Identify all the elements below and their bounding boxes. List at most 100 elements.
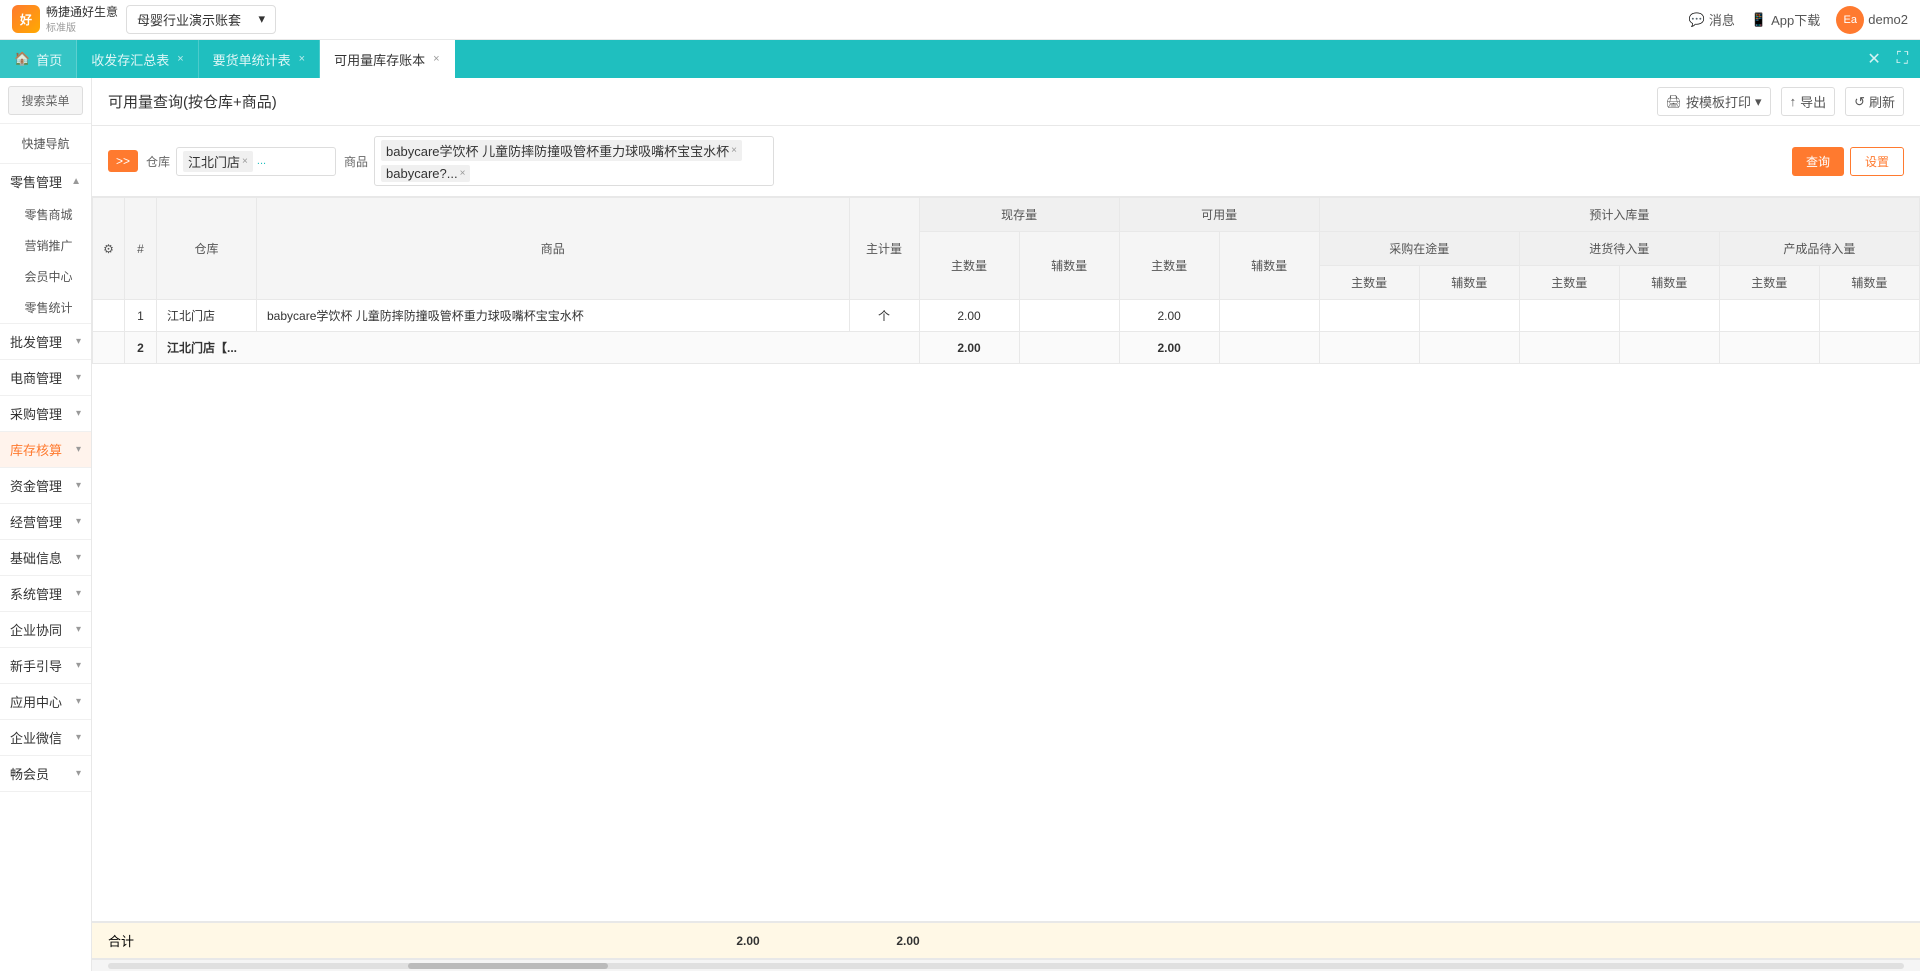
sidebar-section-basic-title[interactable]: 基础信息 ▾ [0, 540, 91, 575]
sidebar-section-purchase-title[interactable]: 采购管理 ▾ [0, 396, 91, 431]
scroll-track[interactable] [108, 963, 1904, 969]
warehouse-tag-close[interactable]: × [242, 156, 248, 167]
product-tag-1: babycare学饮杯 儿童防摔防撞吸管杯重力球吸嘴杯宝宝水杯 × [381, 140, 742, 161]
close-window-btn[interactable]: ✕ [1863, 45, 1884, 73]
subtotal-available-main: 2.00 [1119, 332, 1219, 364]
th-incoming-aux: 辅数量 [1619, 266, 1719, 300]
th-available-group: 可用量 [1119, 198, 1319, 232]
subtotal-index: 2 [125, 332, 157, 364]
chevron-down-icon10: ▾ [76, 660, 81, 671]
filter-expand-btn[interactable]: >> [108, 150, 138, 172]
sidebar-item-members[interactable]: 会员中心 [0, 261, 91, 292]
search-menu-btn[interactable]: 搜索菜单 [8, 86, 83, 115]
industry-selector[interactable]: 母婴行业演示账套 ▾ [126, 5, 276, 34]
sidebar-section-vip-title[interactable]: 畅会员 ▾ [0, 756, 91, 791]
sidebar: 搜索菜单 快捷导航 零售管理 ▲ 零售商城 营销推广 会员中心 零售统计 批发管… [0, 78, 92, 971]
top-bar: 好 畅捷通好生意 标准版 母婴行业演示账套 ▾ 💬 消息 📱 App下载 Ea … [0, 0, 1920, 40]
sidebar-section-app-title[interactable]: 应用中心 ▾ [0, 684, 91, 719]
home-icon: 🏠 [14, 51, 30, 67]
td-production-aux [1819, 300, 1919, 332]
chevron-down-icon8: ▾ [76, 588, 81, 599]
product-tag-close-1[interactable]: × [731, 145, 737, 156]
filter-warehouse-group: 仓库 江北门店 × ... [146, 147, 336, 176]
sidebar-section-system-title[interactable]: 系统管理 ▾ [0, 576, 91, 611]
refresh-btn[interactable]: ↺ 刷新 [1845, 87, 1904, 116]
sidebar-section-wholesale-title[interactable]: 批发管理 ▾ [0, 324, 91, 359]
sidebar-section-wechat-title[interactable]: 企业微信 ▾ [0, 720, 91, 755]
user-action[interactable]: Ea demo2 [1836, 6, 1908, 34]
th-purchase-aux: 辅数量 [1419, 266, 1519, 300]
sidebar-item-retail-stats[interactable]: 零售统计 [0, 292, 91, 323]
page-actions: 🖨 按模板打印 ▾ ↑ 导出 ↺ 刷新 [1657, 87, 1905, 116]
tab-available-stock[interactable]: 可用量库存账本 × [320, 40, 454, 78]
sidebar-search-area: 搜索菜单 [0, 78, 91, 124]
total-stock-main: 2.00 [708, 934, 788, 948]
product-input[interactable]: babycare学饮杯 儿童防摔防撞吸管杯重力球吸嘴杯宝宝水杯 × babyca… [374, 136, 774, 186]
product-tag-2: babycare?... × [381, 165, 470, 182]
expand-window-btn[interactable]: ⛶ [1893, 46, 1912, 72]
th-gear[interactable]: ⚙ [93, 198, 125, 300]
td-incoming-main [1519, 300, 1619, 332]
warehouse-input[interactable]: 江北门店 × ... [176, 147, 336, 176]
td-incoming-aux [1619, 300, 1719, 332]
td-production-main [1719, 300, 1819, 332]
td-gear[interactable] [93, 300, 125, 332]
tab-receive-send[interactable]: 收发存汇总表 × [77, 40, 198, 78]
message-action[interactable]: 💬 消息 [1689, 10, 1735, 29]
tab-home[interactable]: 🏠 首页 [0, 40, 77, 78]
app-download-action[interactable]: 📱 App下载 [1751, 10, 1820, 29]
sidebar-section-enterprise-title[interactable]: 企业协同 ▾ [0, 612, 91, 647]
warehouse-more[interactable]: ... [257, 155, 266, 167]
nav-tabs: 🏠 首页 收发存汇总表 × 要货单统计表 × 可用量库存账本 × ✕ ⛶ [0, 40, 1920, 78]
tab-order-stats[interactable]: 要货单统计表 × [199, 40, 320, 78]
tab-close-order[interactable]: × [299, 53, 305, 65]
sidebar-section-finance-title[interactable]: 资金管理 ▾ [0, 468, 91, 503]
sidebar-section-inventory: 库存核算 ▾ [0, 432, 91, 468]
sidebar-section-enterprise: 企业协同 ▾ [0, 612, 91, 648]
sidebar-section-retail-title[interactable]: 零售管理 ▲ [0, 164, 91, 199]
total-available-main: 2.00 [868, 934, 948, 948]
product-tag-close-2[interactable]: × [460, 168, 466, 179]
subtotal-incoming-main [1519, 332, 1619, 364]
page-title: 可用量查询(按仓库+商品) [108, 91, 277, 112]
setting-btn[interactable]: 设置 [1850, 147, 1904, 176]
data-table: ⚙ # 仓库 商品 主计量 现存量 可用量 预计入库量 主数量 辅数量 主数量 … [92, 197, 1920, 364]
chevron-down-icon3: ▾ [76, 408, 81, 419]
phone-icon: 📱 [1751, 12, 1767, 28]
subtotal-stock-aux [1019, 332, 1119, 364]
td-available-main: 2.00 [1119, 300, 1219, 332]
tab-close-receive[interactable]: × [177, 53, 183, 65]
export-icon: ↑ [1790, 94, 1797, 109]
sidebar-section-basic: 基础信息 ▾ [0, 540, 91, 576]
tab-close-available[interactable]: × [433, 53, 439, 65]
scroll-thumb[interactable] [408, 963, 608, 969]
subtotal-incoming-aux [1619, 332, 1719, 364]
sidebar-section-finance: 资金管理 ▾ [0, 468, 91, 504]
th-purchase-group: 采购在途量 [1319, 232, 1519, 266]
sidebar-section-retail: 零售管理 ▲ 零售商城 营销推广 会员中心 零售统计 [0, 164, 91, 324]
top-bar-left: 好 畅捷通好生意 标准版 母婴行业演示账套 ▾ [12, 5, 276, 34]
td-index: 1 [125, 300, 157, 332]
sidebar-section-wholesale: 批发管理 ▾ [0, 324, 91, 360]
sidebar-section-system: 系统管理 ▾ [0, 576, 91, 612]
message-icon: 💬 [1689, 12, 1705, 28]
print-template-btn[interactable]: 🖨 按模板打印 ▾ [1657, 87, 1771, 116]
sidebar-section-newcomer-title[interactable]: 新手引导 ▾ [0, 648, 91, 683]
top-bar-right: 💬 消息 📱 App下载 Ea demo2 [1689, 6, 1908, 34]
export-btn[interactable]: ↑ 导出 [1781, 87, 1836, 116]
sidebar-section-app-center: 应用中心 ▾ [0, 684, 91, 720]
th-available-aux: 辅数量 [1219, 232, 1319, 300]
th-index: # [125, 198, 157, 300]
td-available-aux [1219, 300, 1319, 332]
sidebar-item-marketing[interactable]: 营销推广 [0, 230, 91, 261]
sidebar-section-ecommerce-title[interactable]: 电商管理 ▾ [0, 360, 91, 395]
query-btn[interactable]: 查询 [1792, 147, 1844, 176]
quick-nav-item[interactable]: 快捷导航 [0, 128, 91, 159]
chevron-down-icon2: ▾ [76, 372, 81, 383]
sidebar-section-inventory-title[interactable]: 库存核算 ▾ [0, 432, 91, 467]
sidebar-section-ops-title[interactable]: 经营管理 ▾ [0, 504, 91, 539]
subtotal-purchase-aux [1419, 332, 1519, 364]
chevron-down-icon5: ▾ [76, 480, 81, 491]
sidebar-item-retail-shop[interactable]: 零售商城 [0, 199, 91, 230]
th-product: 商品 [257, 198, 850, 300]
